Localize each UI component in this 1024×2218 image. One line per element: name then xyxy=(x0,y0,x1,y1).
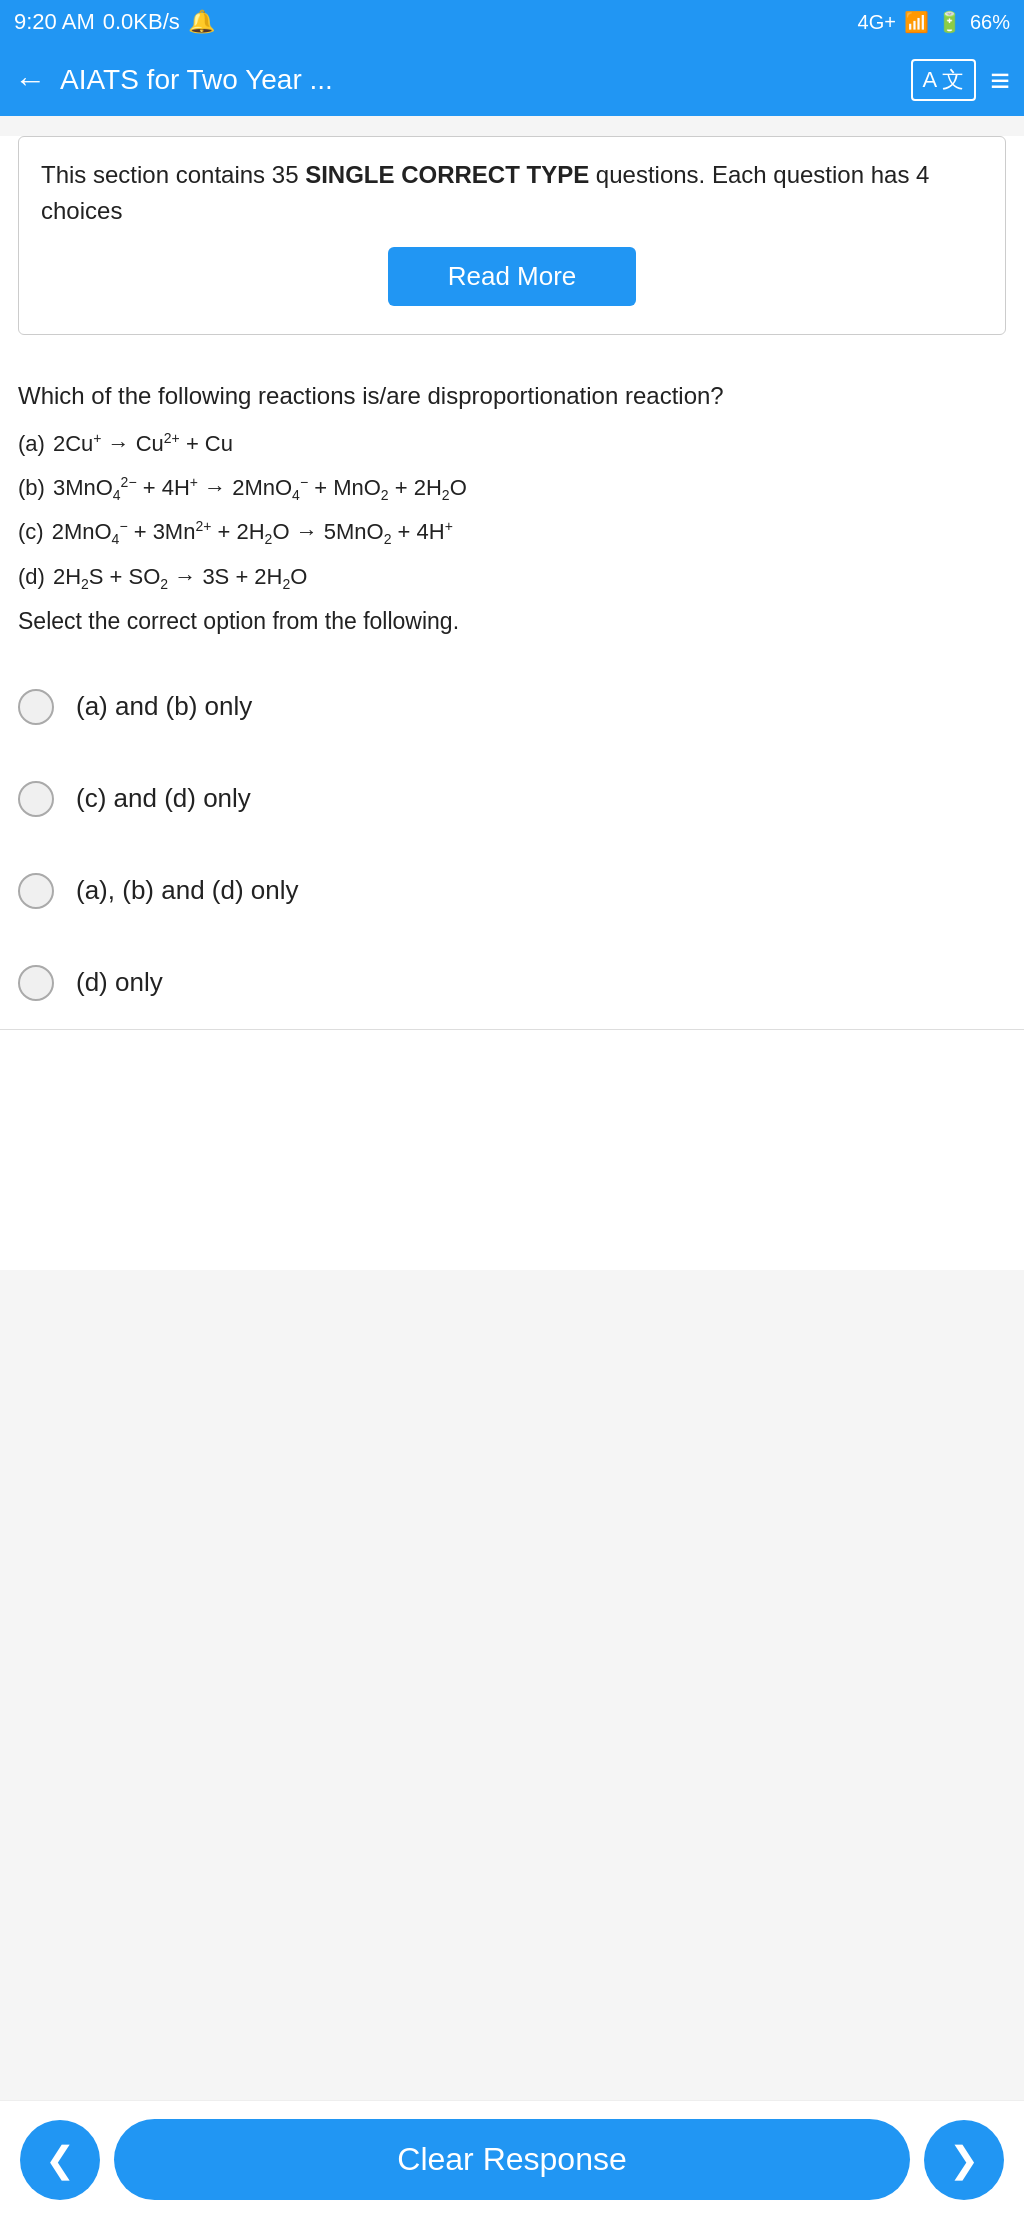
read-more-button[interactable]: Read More xyxy=(388,247,637,306)
network-type: 4G+ xyxy=(858,11,896,34)
options-section: (a) and (b) only (c) and (d) only (a), (… xyxy=(0,661,1024,1029)
main-content: This section contains 35 SINGLE CORRECT … xyxy=(0,136,1024,1270)
battery-percent: 66% xyxy=(970,11,1010,34)
translate-button[interactable]: A 文 xyxy=(911,59,977,101)
option-1[interactable]: (a) and (b) only xyxy=(18,661,1006,753)
reaction-c-label: (c) xyxy=(18,512,44,552)
reaction-c-formula: 2MnO4− + 3Mn2+ + 2H2O → 5MnO2 + 4H+ xyxy=(52,512,453,553)
bottom-navigation: ❮ Clear Response ❯ xyxy=(0,2100,1024,2218)
next-icon: ❯ xyxy=(949,2139,979,2181)
reaction-b-label: (b) xyxy=(18,468,45,508)
status-right: 4G+ 📶 🔋 66% xyxy=(858,10,1010,34)
info-bold-text: SINGLE CORRECT TYPE xyxy=(305,161,589,188)
reaction-a: (a) 2Cu+ → Cu2+ + Cu xyxy=(18,424,1006,464)
radio-option-4[interactable] xyxy=(18,965,54,1001)
reaction-c: (c) 2MnO4− + 3Mn2+ + 2H2O → 5MnO2 + 4H+ xyxy=(18,512,1006,553)
radio-option-3[interactable] xyxy=(18,873,54,909)
reaction-b: (b) 3MnO42− + 4H+ → 2MnO4− + MnO2 + 2H2O xyxy=(18,468,1006,509)
menu-button[interactable]: ≡ xyxy=(990,61,1010,100)
question-text: Which of the following reactions is/are … xyxy=(18,377,1006,414)
select-instruction: Select the correct option from the follo… xyxy=(18,608,1006,635)
reaction-d-label: (d) xyxy=(18,557,45,597)
back-arrow-icon: ← xyxy=(14,62,46,99)
option-3-label: (a), (b) and (d) only xyxy=(76,875,299,906)
reaction-a-formula: 2Cu+ → Cu2+ + Cu xyxy=(53,424,233,464)
signal-bars-icon: 📶 xyxy=(904,10,929,34)
prev-icon: ❮ xyxy=(45,2139,75,2181)
option-2[interactable]: (c) and (d) only xyxy=(18,753,1006,845)
option-4-label: (d) only xyxy=(76,967,163,998)
reaction-d: (d) 2H2S + SO2 → 3S + 2H2O xyxy=(18,557,1006,598)
radio-option-2[interactable] xyxy=(18,781,54,817)
time-display: 9:20 AM xyxy=(14,9,95,35)
reaction-a-label: (a) xyxy=(18,424,45,464)
info-text: This section contains 35 SINGLE CORRECT … xyxy=(41,157,983,229)
radio-option-1[interactable] xyxy=(18,689,54,725)
option-2-label: (c) and (d) only xyxy=(76,783,251,814)
reaction-b-formula: 3MnO42− + 4H+ → 2MnO4− + MnO2 + 2H2O xyxy=(53,468,467,509)
info-text-part1: This section contains 35 xyxy=(41,161,305,188)
status-left: 9:20 AM 0.0KB/s 🔔 xyxy=(14,9,215,35)
back-button[interactable]: ← xyxy=(14,62,46,99)
prev-button[interactable]: ❮ xyxy=(20,2120,100,2200)
signal-icon: 🔔 xyxy=(188,9,215,35)
battery-icon: 🔋 xyxy=(937,10,962,34)
translate-label: A 文 xyxy=(923,65,965,95)
page-title: AIATS for Two Year ... xyxy=(60,64,897,96)
next-button[interactable]: ❯ xyxy=(924,2120,1004,2200)
reactions-list: (a) 2Cu+ → Cu2+ + Cu (b) 3MnO42− + 4H+ →… xyxy=(18,424,1006,597)
bottom-spacer xyxy=(0,1030,1024,1270)
network-speed: 0.0KB/s xyxy=(103,9,180,35)
question-section: Which of the following reactions is/are … xyxy=(0,355,1024,661)
option-4[interactable]: (d) only xyxy=(18,937,1006,1029)
reaction-d-formula: 2H2S + SO2 → 3S + 2H2O xyxy=(53,557,308,598)
info-card: This section contains 35 SINGLE CORRECT … xyxy=(18,136,1006,335)
nav-bar: ← AIATS for Two Year ... A 文 ≡ xyxy=(0,44,1024,116)
option-1-label: (a) and (b) only xyxy=(76,691,252,722)
option-3[interactable]: (a), (b) and (d) only xyxy=(18,845,1006,937)
clear-response-button[interactable]: Clear Response xyxy=(114,2119,910,2200)
status-bar: 9:20 AM 0.0KB/s 🔔 4G+ 📶 🔋 66% xyxy=(0,0,1024,44)
